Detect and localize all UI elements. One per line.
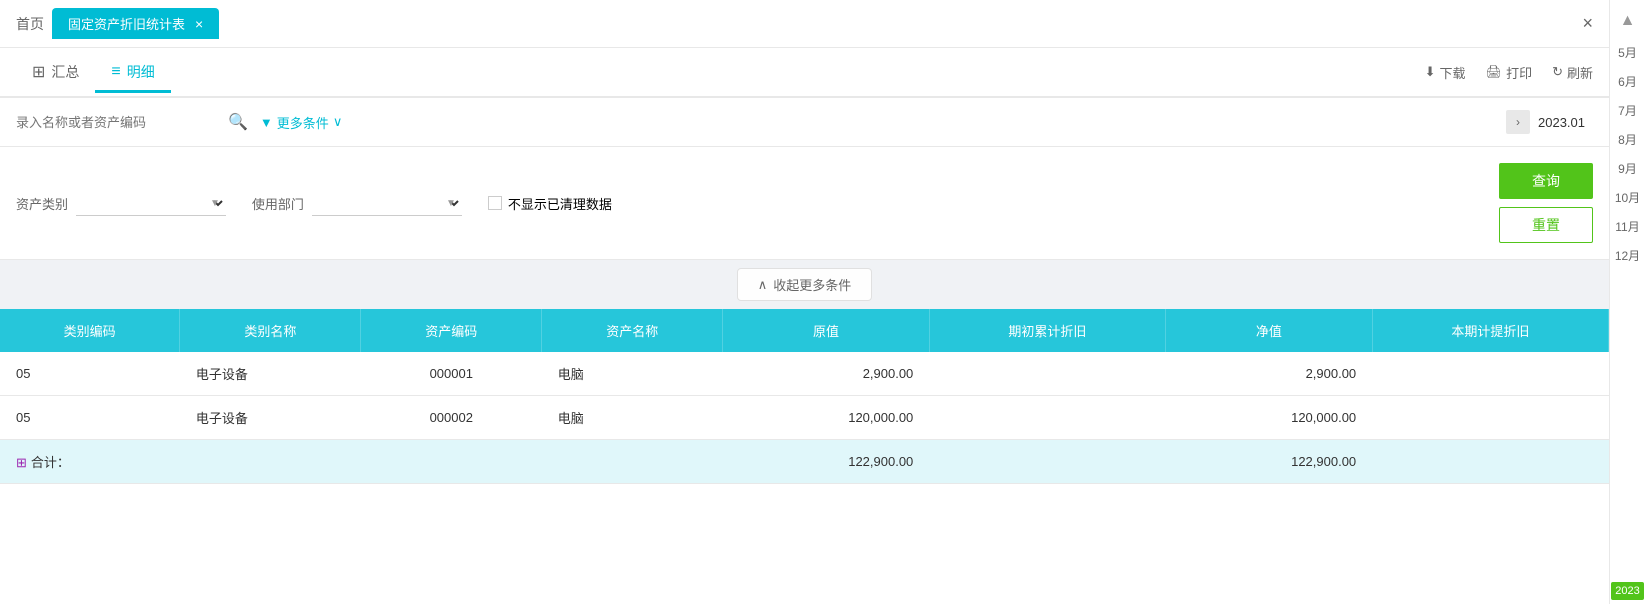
right-sidebar: ▲ 5月6月7月8月9月10月11月12月 2023 <box>1609 0 1645 604</box>
reset-button[interactable]: 重置 <box>1499 207 1593 243</box>
sidebar-month-item[interactable]: 10月 <box>1611 183 1644 212</box>
sidebar-month-item[interactable]: 11月 <box>1611 212 1644 241</box>
total-label: ⊞合计： <box>0 440 361 484</box>
sidebar-month-item[interactable]: 9月 <box>1611 154 1644 183</box>
date-prev-arrow[interactable]: › <box>1506 110 1530 134</box>
query-button[interactable]: 查询 <box>1499 163 1593 199</box>
collapse-button[interactable]: ∧ 收起更多条件 <box>737 268 873 301</box>
col-net-value: 净值 <box>1166 309 1373 352</box>
cell-current-depreciation <box>1372 352 1608 396</box>
cell-asset-code: 000002 <box>361 396 542 440</box>
chevron-down-icon: ∨ <box>333 114 343 130</box>
refresh-label: 刷新 <box>1567 63 1593 82</box>
department-select[interactable] <box>312 190 462 216</box>
cell-original-value: 120,000.00 <box>723 396 930 440</box>
total-accumulated-depreciation <box>929 440 1165 484</box>
active-tab[interactable]: 固定资产折旧统计表 × <box>52 8 219 39</box>
hide-cleared-label: 不显示已清理数据 <box>508 194 612 213</box>
cell-category-name: 电子设备 <box>180 396 361 440</box>
search-input[interactable] <box>16 115 216 130</box>
sub-tabs-bar: ⊞ 汇总 ≡ 明细 ⬇ 下载 🖨 打印 ↻ 刷新 <box>0 48 1609 98</box>
department-arrow-icon: ▼ <box>446 198 456 209</box>
window-close-icon[interactable]: × <box>1582 13 1593 34</box>
col-asset-name: 资产名称 <box>542 309 723 352</box>
collapse-up-icon: ∧ <box>758 277 768 293</box>
refresh-icon: ↻ <box>1552 64 1563 80</box>
cell-category-code: 05 <box>0 352 180 396</box>
department-filter: 使用部门 ▼ <box>252 190 456 216</box>
cell-accumulated-depreciation <box>929 352 1165 396</box>
collapse-label: 收起更多条件 <box>773 275 851 294</box>
department-label: 使用部门 <box>252 194 304 213</box>
date-label: 2023.01 <box>1530 111 1593 134</box>
table-row[interactable]: 05 电子设备 000001 电脑 2,900.00 2,900.00 <box>0 352 1609 396</box>
tab-summary-label: 汇总 <box>51 62 79 82</box>
sidebar-month-item[interactable]: 6月 <box>1611 67 1644 96</box>
toolbar-right: ⬇ 下载 🖨 打印 ↻ 刷新 <box>1425 63 1593 82</box>
filter-actions: 查询 重置 <box>1499 163 1593 243</box>
total-row: ⊞合计： 122,900.00 122,900.00 <box>0 440 1609 484</box>
cell-category-name: 电子设备 <box>180 352 361 396</box>
data-table: 类别编码 类别名称 资产编码 资产名称 原值 期初累计折旧 净值 本期计提折旧 … <box>0 309 1609 484</box>
col-asset-code: 资产编码 <box>361 309 542 352</box>
more-filter-button[interactable]: ▼ 更多条件 ∨ <box>260 113 342 132</box>
cell-original-value: 2,900.00 <box>723 352 930 396</box>
collapse-bar: ∧ 收起更多条件 <box>0 260 1609 309</box>
cell-accumulated-depreciation <box>929 396 1165 440</box>
asset-category-filter: 资产类别 ▼ <box>16 190 220 216</box>
download-label: 下载 <box>1440 63 1466 82</box>
cell-current-depreciation <box>1372 396 1608 440</box>
date-nav: › 2023.01 <box>1506 110 1593 134</box>
tab-label: 固定资产折旧统计表 <box>68 14 185 33</box>
detail-icon: ≡ <box>111 63 120 81</box>
refresh-button[interactable]: ↻ 刷新 <box>1552 63 1593 82</box>
hide-cleared-area: 不显示已清理数据 <box>488 194 612 213</box>
download-button[interactable]: ⬇ 下载 <box>1425 63 1466 82</box>
table-wrap: 类别编码 类别名称 资产编码 资产名称 原值 期初累计折旧 净值 本期计提折旧 … <box>0 309 1609 604</box>
tab-detail[interactable]: ≡ 明细 <box>95 54 170 93</box>
cell-net-value: 120,000.00 <box>1166 396 1373 440</box>
asset-category-label: 资产类别 <box>16 194 68 213</box>
col-current-depreciation: 本期计提折旧 <box>1372 309 1608 352</box>
sidebar-scroll-up-icon[interactable]: ▲ <box>1616 8 1640 34</box>
col-original-value: 原值 <box>723 309 930 352</box>
sidebar-month-item[interactable]: 12月 <box>1611 241 1644 270</box>
asset-category-select[interactable] <box>76 190 226 216</box>
col-category-code: 类别编码 <box>0 309 180 352</box>
print-icon: 🖨 <box>1486 64 1503 80</box>
sidebar-month-item[interactable]: 7月 <box>1611 96 1644 125</box>
print-label: 打印 <box>1506 63 1532 82</box>
cell-asset-name: 电脑 <box>542 352 723 396</box>
sidebar-month-item[interactable]: 5月 <box>1611 38 1644 67</box>
more-filter-label: 更多条件 <box>277 113 329 132</box>
filter-area: 资产类别 ▼ 使用部门 ▼ 不显示已清理数 <box>0 147 1609 260</box>
filter-icon: ▼ <box>260 115 273 130</box>
col-accumulated-depreciation: 期初累计折旧 <box>929 309 1165 352</box>
cell-asset-name: 电脑 <box>542 396 723 440</box>
total-original-value: 122,900.00 <box>723 440 930 484</box>
table-header-row: 类别编码 类别名称 资产编码 资产名称 原值 期初累计折旧 净值 本期计提折旧 <box>0 309 1609 352</box>
cell-category-code: 05 <box>0 396 180 440</box>
cell-asset-code: 000001 <box>361 352 542 396</box>
col-category-name: 类别名称 <box>180 309 361 352</box>
print-button[interactable]: 🖨 打印 <box>1486 63 1533 82</box>
summary-icon: ⊞ <box>32 62 45 82</box>
hide-cleared-checkbox[interactable] <box>488 196 502 210</box>
home-nav[interactable]: 首页 <box>16 14 44 34</box>
download-icon: ⬇ <box>1425 64 1436 80</box>
total-net-value: 122,900.00 <box>1166 440 1373 484</box>
sidebar-year[interactable]: 2023 <box>1611 582 1643 600</box>
tab-close-icon[interactable]: × <box>195 16 203 32</box>
tab-detail-label: 明细 <box>127 62 155 82</box>
cell-net-value: 2,900.00 <box>1166 352 1373 396</box>
total-current-depreciation <box>1372 440 1608 484</box>
sidebar-month-item[interactable]: 8月 <box>1611 125 1644 154</box>
asset-category-arrow-icon: ▼ <box>210 198 220 209</box>
search-bar: 🔍 ▼ 更多条件 ∨ › 2023.01 <box>0 98 1609 147</box>
search-icon[interactable]: 🔍 <box>228 112 248 132</box>
tab-summary[interactable]: ⊞ 汇总 <box>16 54 95 93</box>
table-row[interactable]: 05 电子设备 000002 电脑 120,000.00 120,000.00 <box>0 396 1609 440</box>
